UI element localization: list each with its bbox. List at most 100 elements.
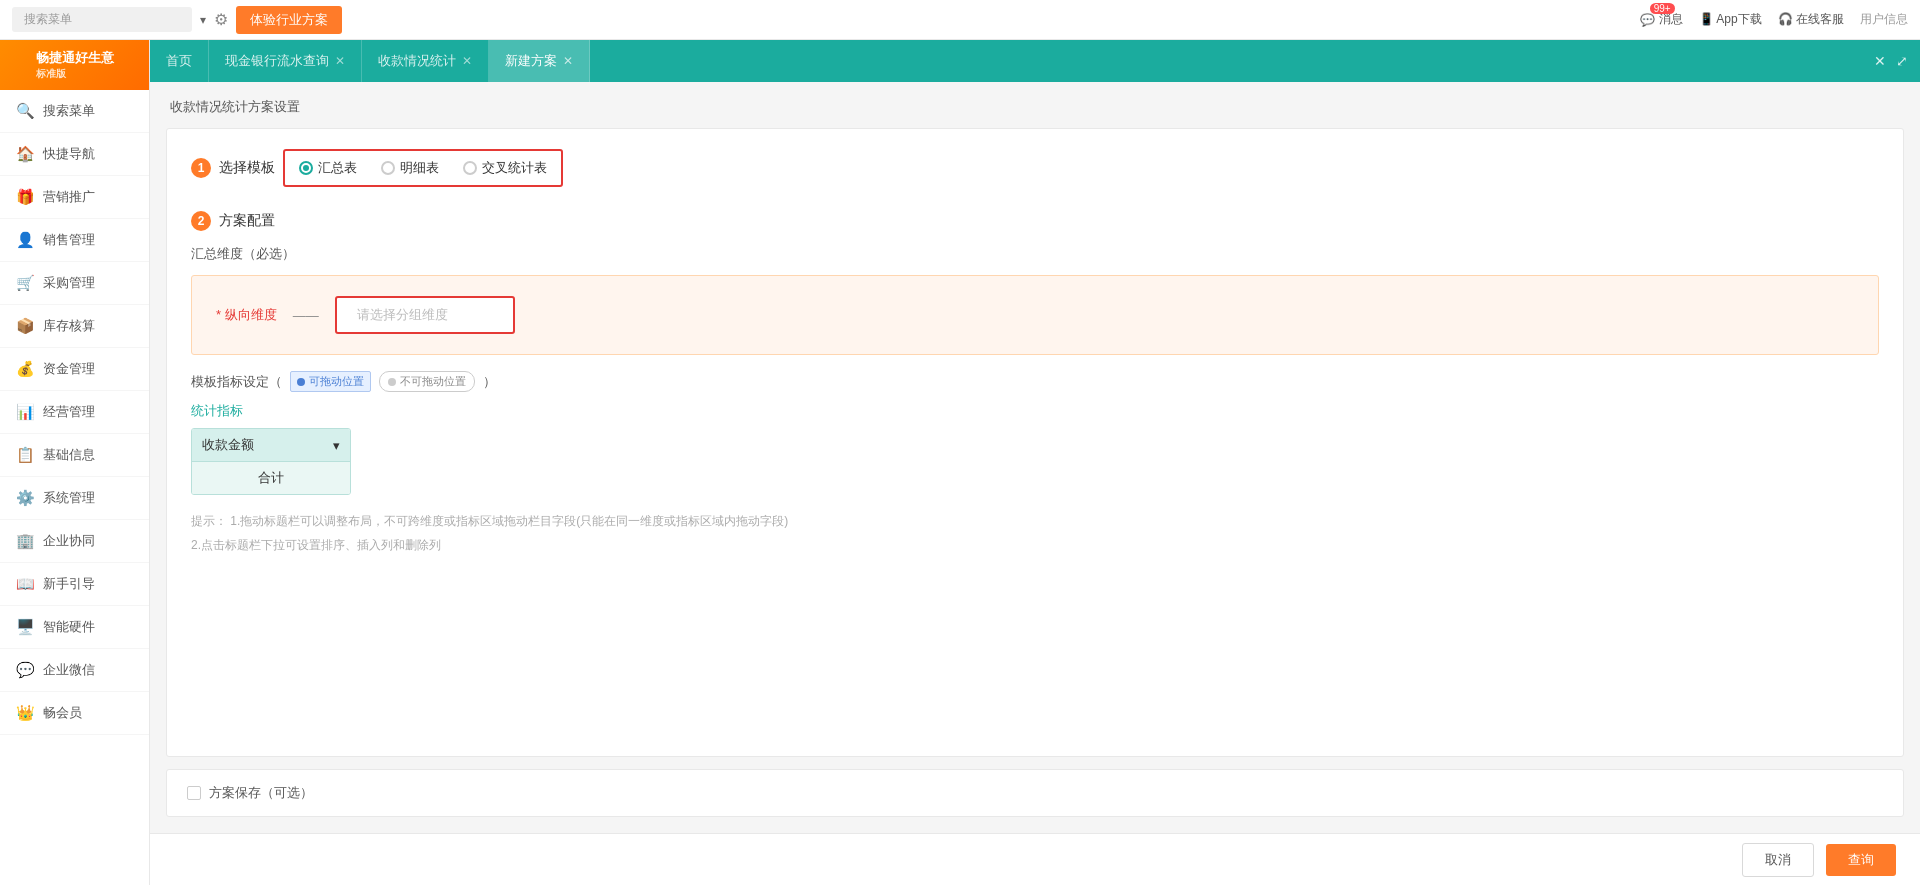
sidebar-item-system[interactable]: ⚙️ 系统管理: [0, 477, 149, 520]
sidebar-label-sales: 销售管理: [43, 231, 95, 249]
radio-circle-summary: [299, 161, 313, 175]
message-icon: 💬: [1640, 13, 1655, 27]
step1-num: 1: [191, 158, 211, 178]
radio-cross[interactable]: 交叉统计表: [463, 159, 547, 177]
online-service-button[interactable]: 🎧 在线客服: [1778, 11, 1844, 28]
save-section: 方案保存（可选）: [166, 769, 1904, 817]
building-icon: 🏢: [16, 532, 35, 550]
metric-stat-label: 统计指标: [191, 402, 1879, 420]
tips-line1: 1.拖动标题栏可以调整布局，不可跨维度或指标区域拖动栏目字段(只能在同一维度或指…: [230, 514, 788, 528]
save-checkbox[interactable]: [187, 786, 201, 800]
expand-icon[interactable]: ⤢: [1896, 53, 1908, 69]
close-receipt-stat-icon[interactable]: ✕: [462, 54, 472, 68]
dim-config-section: 汇总维度（必选） 纵向维度 —— 请选择分组维度: [191, 245, 1879, 355]
main-layout: 畅捷通好生意 标准版 🔍 搜索菜单 🏠 快捷导航 🎁 营销推广 👤 销售管理 🛒…: [0, 40, 1920, 885]
dim-config-label: 汇总维度（必选）: [191, 245, 1879, 263]
person-icon: 👤: [16, 231, 35, 249]
logo-text: 畅捷通好生意: [36, 49, 114, 67]
message-badge: 99+: [1650, 3, 1675, 14]
sidebar-item-sales[interactable]: 👤 销售管理: [0, 219, 149, 262]
step1-section: 1 选择模板 汇总表 明细表: [191, 149, 1879, 187]
cart-icon: 🛒: [16, 274, 35, 292]
sidebar-item-nav[interactable]: 🏠 快捷导航: [0, 133, 149, 176]
sidebar-item-inventory[interactable]: 📦 库存核算: [0, 305, 149, 348]
tab-bar: 首页 现金银行流水查询 ✕ 收款情况统计 ✕ 新建方案 ✕ ✕ ⤢: [150, 40, 1920, 82]
logo-sub: 标准版: [36, 67, 114, 81]
metric-header: 模板指标设定（ 可拖动位置 不可拖动位置 ）: [191, 371, 1879, 392]
close-all-icon[interactable]: ✕: [1874, 53, 1886, 69]
metric-title-close: ）: [483, 373, 496, 391]
dim-select-box[interactable]: 请选择分组维度: [335, 296, 515, 334]
gear-icon[interactable]: ⚙: [214, 10, 228, 29]
gift-icon: 🎁: [16, 188, 35, 206]
search-icon: 🔍: [16, 102, 35, 120]
sidebar-item-hardware[interactable]: 🖥️ 智能硬件: [0, 606, 149, 649]
sidebar-label-finance: 资金管理: [43, 360, 95, 378]
radio-detail[interactable]: 明细表: [381, 159, 439, 177]
tips-label: 提示：: [191, 514, 227, 528]
metric-col-header: 收款金额: [202, 436, 254, 454]
sidebar-item-enterprise[interactable]: 🏢 企业协同: [0, 520, 149, 563]
trial-button[interactable]: 体验行业方案: [236, 6, 342, 34]
tab-new-plan[interactable]: 新建方案 ✕: [489, 40, 590, 82]
footer-bar: 取消 查询: [150, 833, 1920, 885]
message-button[interactable]: 💬 消息 99+: [1640, 11, 1683, 28]
sidebar-item-marketing[interactable]: 🎁 营销推广: [0, 176, 149, 219]
search-bar[interactable]: 搜索菜单: [12, 7, 192, 32]
sidebar-item-wechat[interactable]: 💬 企业微信: [0, 649, 149, 692]
money-icon: 💰: [16, 360, 35, 378]
sidebar: 畅捷通好生意 标准版 🔍 搜索菜单 🏠 快捷导航 🎁 营销推广 👤 销售管理 🛒…: [0, 40, 150, 885]
sidebar-label-member: 畅会员: [43, 704, 82, 722]
sidebar-label-guide: 新手引导: [43, 575, 95, 593]
tab-bank-flow-label: 现金银行流水查询: [225, 52, 329, 70]
cancel-button[interactable]: 取消: [1742, 843, 1814, 877]
metric-section: 模板指标设定（ 可拖动位置 不可拖动位置 ） 统计指标: [191, 371, 1879, 495]
sidebar-item-purchase[interactable]: 🛒 采购管理: [0, 262, 149, 305]
tab-receipt-stat[interactable]: 收款情况统计 ✕: [362, 40, 489, 82]
sidebar-logo: 畅捷通好生意 标准版: [0, 40, 149, 90]
home-icon: 🏠: [16, 145, 35, 163]
metric-table-header[interactable]: 收款金额 ▾: [192, 429, 350, 462]
template-select-row: 汇总表 明细表 交叉统计表: [283, 149, 563, 187]
sidebar-label-marketing: 营销推广: [43, 188, 95, 206]
user-info[interactable]: 用户信息: [1860, 11, 1908, 28]
step1-label: 选择模板: [219, 159, 275, 177]
step2-label: 方案配置: [219, 212, 275, 230]
sidebar-item-search[interactable]: 🔍 搜索菜单: [0, 90, 149, 133]
sidebar-label-management: 经营管理: [43, 403, 95, 421]
sidebar-label-enterprise: 企业协同: [43, 532, 95, 550]
radio-detail-label: 明细表: [400, 159, 439, 177]
radio-summary[interactable]: 汇总表: [299, 159, 357, 177]
header-right: 💬 消息 99+ 📱 App下载 🎧 在线客服 用户信息: [1640, 11, 1908, 28]
tips-line2: 2.点击标题栏下拉可设置排序、插入列和删除列: [191, 535, 1879, 557]
step2-header: 2 方案配置: [191, 211, 1879, 231]
close-new-plan-icon[interactable]: ✕: [563, 54, 573, 68]
sidebar-item-basic[interactable]: 📋 基础信息: [0, 434, 149, 477]
sidebar-label-wechat: 企业微信: [43, 661, 95, 679]
dimension-area: 纵向维度 —— 请选择分组维度: [191, 275, 1879, 355]
dropdown-icon[interactable]: ▾: [200, 13, 206, 27]
metric-title: 模板指标设定（: [191, 373, 282, 391]
settings-icon: ⚙️: [16, 489, 35, 507]
radio-summary-label: 汇总表: [318, 159, 357, 177]
metric-table: 收款金额 ▾ 合计: [191, 428, 351, 495]
sidebar-label-hardware: 智能硬件: [43, 618, 95, 636]
app-download-button[interactable]: 📱 App下载: [1699, 11, 1762, 28]
sidebar-item-guide[interactable]: 📖 新手引导: [0, 563, 149, 606]
step2-num: 2: [191, 211, 211, 231]
list-icon: 📋: [16, 446, 35, 464]
sidebar-item-management[interactable]: 📊 经营管理: [0, 391, 149, 434]
tab-bank-flow[interactable]: 现金银行流水查询 ✕: [209, 40, 362, 82]
page-content: 收款情况统计方案设置 1 选择模板 汇总表: [150, 82, 1920, 833]
sidebar-label-basic: 基础信息: [43, 446, 95, 464]
tab-home[interactable]: 首页: [150, 40, 209, 82]
sidebar-item-finance[interactable]: 💰 资金管理: [0, 348, 149, 391]
crown-icon: 👑: [16, 704, 35, 722]
sidebar-label-search: 搜索菜单: [43, 102, 95, 120]
close-bank-flow-icon[interactable]: ✕: [335, 54, 345, 68]
sidebar-item-member[interactable]: 👑 畅会员: [0, 692, 149, 735]
save-label: 方案保存（可选）: [209, 784, 313, 802]
query-button[interactable]: 查询: [1826, 844, 1896, 876]
box-icon: 📦: [16, 317, 35, 335]
metric-dropdown-icon[interactable]: ▾: [333, 438, 340, 453]
